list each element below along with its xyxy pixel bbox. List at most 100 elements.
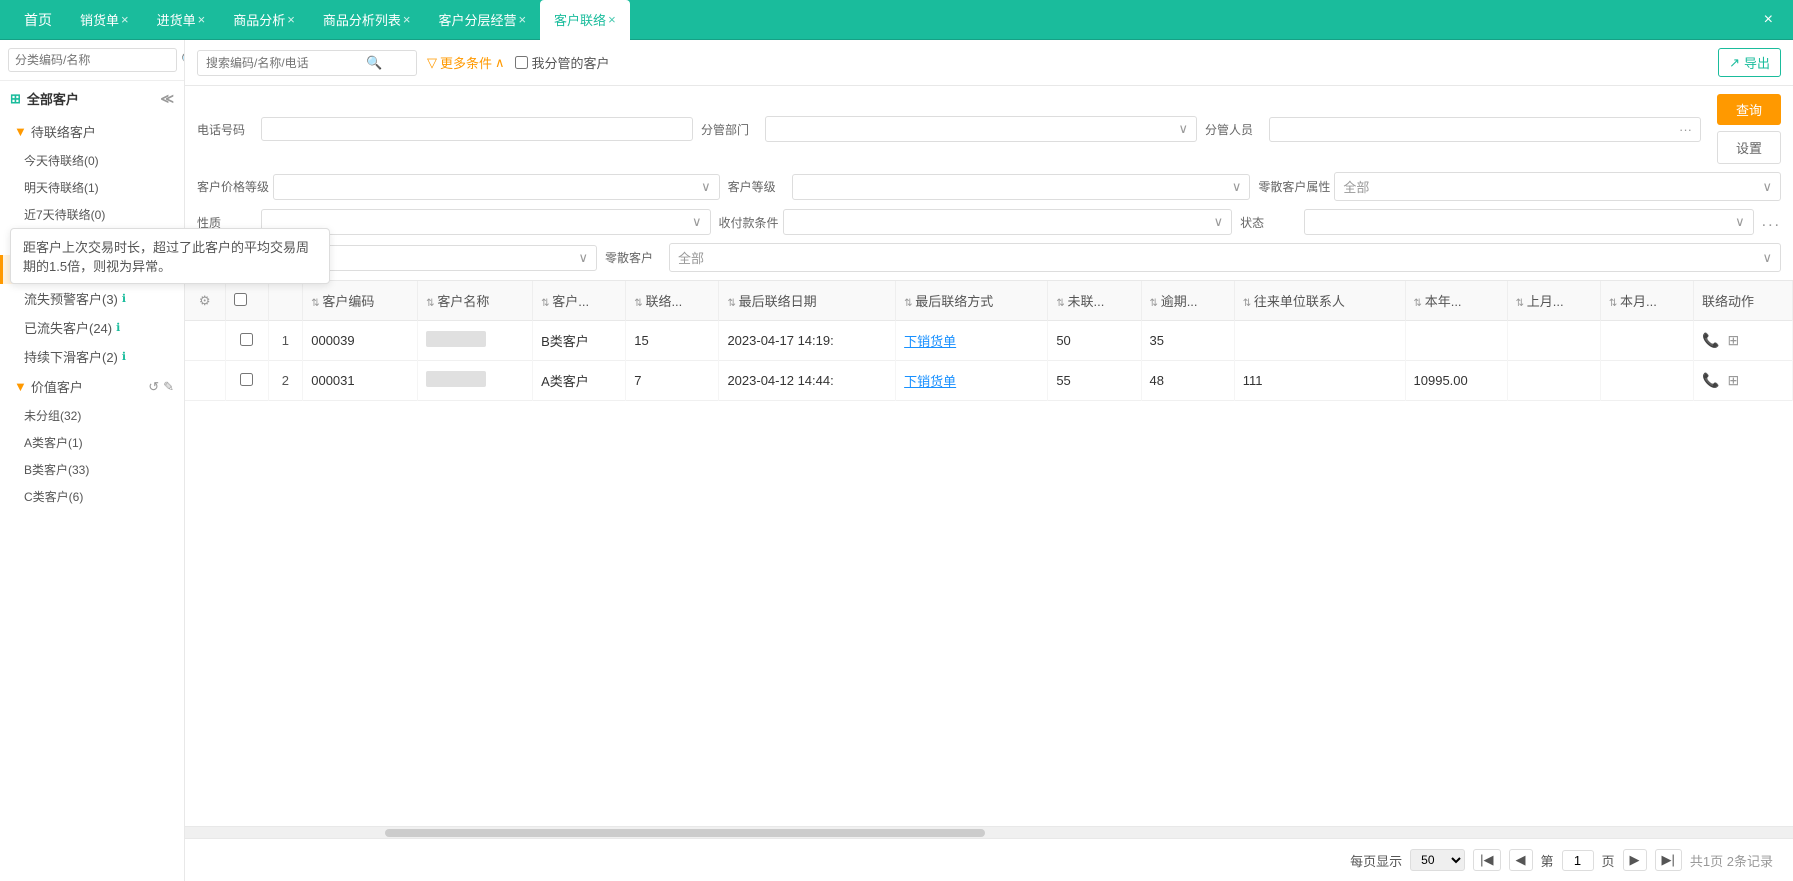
row1-num: 1: [268, 321, 303, 361]
row2-select[interactable]: [240, 373, 253, 386]
top-toolbar: 🔍 ▽ 更多条件 ∧ 我分管的客户 ↗ 导出: [185, 40, 1793, 86]
retail-customer-select[interactable]: 全部 ∨: [669, 243, 1781, 272]
sidebar-declining-customers[interactable]: 持续下滑客户(2) ℹ: [0, 342, 184, 371]
row1-phone-icon[interactable]: 📞: [1702, 332, 1719, 349]
value-group-edit-icon[interactable]: ✎: [163, 379, 174, 395]
row2-this-year: 10995.00: [1405, 361, 1507, 401]
scrollbar-thumb[interactable]: [385, 829, 985, 837]
col-this-year[interactable]: 本年...: [1405, 281, 1507, 321]
nav-sales-close[interactable]: ×: [121, 12, 129, 27]
row1-grid-icon[interactable]: ⊞: [1727, 332, 1739, 349]
settings-button[interactable]: 设置: [1717, 131, 1781, 164]
status-select[interactable]: ∨: [1304, 209, 1754, 235]
row1-select[interactable]: [240, 333, 253, 346]
sidebar-search-input[interactable]: [8, 48, 177, 72]
per-page-select[interactable]: 50 100 200: [1410, 849, 1465, 871]
sidebar-pending-group[interactable]: ▼ 待联络客户: [0, 116, 184, 147]
nav-analysis-list[interactable]: 商品分析列表 ×: [309, 0, 425, 40]
my-customers-checkbox[interactable]: [515, 56, 528, 69]
phone-field: 电话号码: [197, 117, 693, 141]
customer-level-field: 客户等级 ∨: [728, 174, 1251, 200]
sidebar-a-class[interactable]: A类客户(1): [0, 429, 184, 456]
sidebar-all-customers[interactable]: ⊞ 全部客户 ≪: [0, 81, 184, 116]
row2-phone-icon[interactable]: 📞: [1702, 372, 1719, 389]
nav-customer-tier[interactable]: 客户分层经营 ×: [424, 0, 540, 40]
price-level-select[interactable]: ∨: [273, 174, 720, 200]
more-filter-dots[interactable]: ...: [1762, 213, 1781, 231]
my-customers-toggle[interactable]: 我分管的客户: [515, 53, 610, 72]
col-type[interactable]: 客户...: [533, 281, 626, 321]
manager-label: 分管人员: [1205, 121, 1265, 138]
customer-level-select[interactable]: ∨: [792, 174, 1251, 200]
last-page-btn[interactable]: ▶|: [1655, 849, 1682, 871]
col-settings[interactable]: ⚙: [185, 281, 225, 321]
page-number-input[interactable]: [1562, 850, 1594, 871]
retail-attr-chevron: ∨: [1763, 179, 1773, 195]
col-last-date[interactable]: 最后联络日期: [719, 281, 896, 321]
main-layout: 🔍 ⊞ 全部客户 ≪ ▼ 待联络客户 今天待联络(0) 明天待联络(1) 近7天…: [0, 40, 1793, 881]
nav-customer-tier-close[interactable]: ×: [518, 12, 526, 27]
sidebar-7day-pending[interactable]: 近7天待联络(0): [0, 201, 184, 228]
sidebar-ungrouped[interactable]: 未分组(32): [0, 402, 184, 429]
sidebar-loss-warning[interactable]: 流失预警客户(3) ℹ: [0, 284, 184, 313]
retail-attr-field: 零散客户属性 全部 ∨: [1258, 172, 1781, 201]
col-unit-contact[interactable]: 往来单位联系人: [1234, 281, 1405, 321]
col-overdue[interactable]: 逾期...: [1141, 281, 1234, 321]
col-this-month[interactable]: 本月...: [1600, 281, 1693, 321]
sidebar-collapse-btn[interactable]: ≪: [160, 91, 174, 107]
sidebar-tomorrow-pending[interactable]: 明天待联络(1): [0, 174, 184, 201]
col-last-month[interactable]: 上月...: [1507, 281, 1600, 321]
export-button[interactable]: ↗ 导出: [1718, 48, 1781, 77]
col-contact[interactable]: 联络...: [626, 281, 719, 321]
sidebar-value-group[interactable]: ▼ 价值客户 ↺ ✎: [0, 371, 184, 402]
search-input[interactable]: [206, 56, 366, 70]
nav-sales[interactable]: 销货单 ×: [66, 0, 143, 40]
row2-grid-icon[interactable]: ⊞: [1727, 372, 1739, 389]
sidebar-today-pending[interactable]: 今天待联络(0): [0, 147, 184, 174]
value-group-edit-icons: ↺ ✎: [148, 379, 174, 395]
sidebar-lost-customers[interactable]: 已流失客户(24) ℹ: [0, 313, 184, 342]
more-conditions-btn[interactable]: ▽ 更多条件 ∧: [427, 53, 505, 72]
col-code[interactable]: 客户编码: [303, 281, 418, 321]
next-page-btn[interactable]: ▶: [1623, 849, 1647, 871]
col-name[interactable]: 客户名称: [418, 281, 533, 321]
content-area: 🔍 ▽ 更多条件 ∧ 我分管的客户 ↗ 导出 电话号码: [185, 40, 1793, 881]
sidebar-b-class[interactable]: B类客户(33): [0, 456, 184, 483]
retail-attr-select[interactable]: 全部 ∨: [1334, 172, 1781, 201]
row2-num: 2: [268, 361, 303, 401]
table-header-row: ⚙ 客户编码 客户名称 客户... 联络... 最后联络日期 最后联络方式 未联…: [185, 281, 1793, 321]
select-all-checkbox[interactable]: [234, 293, 247, 306]
phone-input[interactable]: [261, 117, 693, 141]
row1-settings: [185, 321, 225, 361]
horizontal-scrollbar[interactable]: [185, 826, 1793, 838]
nav-analysis-close[interactable]: ×: [287, 12, 295, 27]
nav-analysis-list-close[interactable]: ×: [403, 12, 411, 27]
payment-select[interactable]: ∨: [783, 209, 1233, 235]
sidebar-c-class[interactable]: C类客户(6): [0, 483, 184, 510]
nav-analysis[interactable]: 商品分析 ×: [219, 0, 309, 40]
filter-row-1: 电话号码 分管部门 ∨ 分管人员 ···: [197, 94, 1781, 164]
nav-customer-contact-close[interactable]: ×: [608, 12, 616, 27]
window-close-btn[interactable]: ×: [1754, 11, 1783, 29]
col-not-contacted[interactable]: 未联...: [1048, 281, 1141, 321]
row2-action: 📞 ⊞: [1694, 361, 1793, 401]
nav-purchase-close[interactable]: ×: [198, 12, 206, 27]
nav-customer-contact[interactable]: 客户联络 ×: [540, 0, 630, 40]
nav-home[interactable]: 首页: [10, 0, 66, 40]
query-button[interactable]: 查询: [1717, 94, 1781, 125]
manager-select[interactable]: ···: [1269, 117, 1701, 142]
dept-chevron: ∨: [1178, 121, 1188, 137]
col-last-method[interactable]: 最后联络方式: [896, 281, 1048, 321]
gender-chevron: ∨: [692, 214, 702, 230]
dept-select[interactable]: ∨: [765, 116, 1197, 142]
row1-last-method[interactable]: 下销货单: [896, 321, 1048, 361]
sidebar-search-area: 🔍: [0, 40, 184, 81]
nav-purchase[interactable]: 进货单 ×: [143, 0, 220, 40]
search-icon[interactable]: 🔍: [366, 55, 382, 71]
grid-icon: ⊞: [10, 91, 21, 107]
first-page-btn[interactable]: |◀: [1473, 849, 1500, 871]
row2-last-method[interactable]: 下销货单: [896, 361, 1048, 401]
prev-page-btn[interactable]: ◀: [1509, 849, 1533, 871]
value-group-refresh-icon[interactable]: ↺: [148, 379, 159, 395]
price-level-field: 客户价格等级 ∨: [197, 174, 720, 200]
